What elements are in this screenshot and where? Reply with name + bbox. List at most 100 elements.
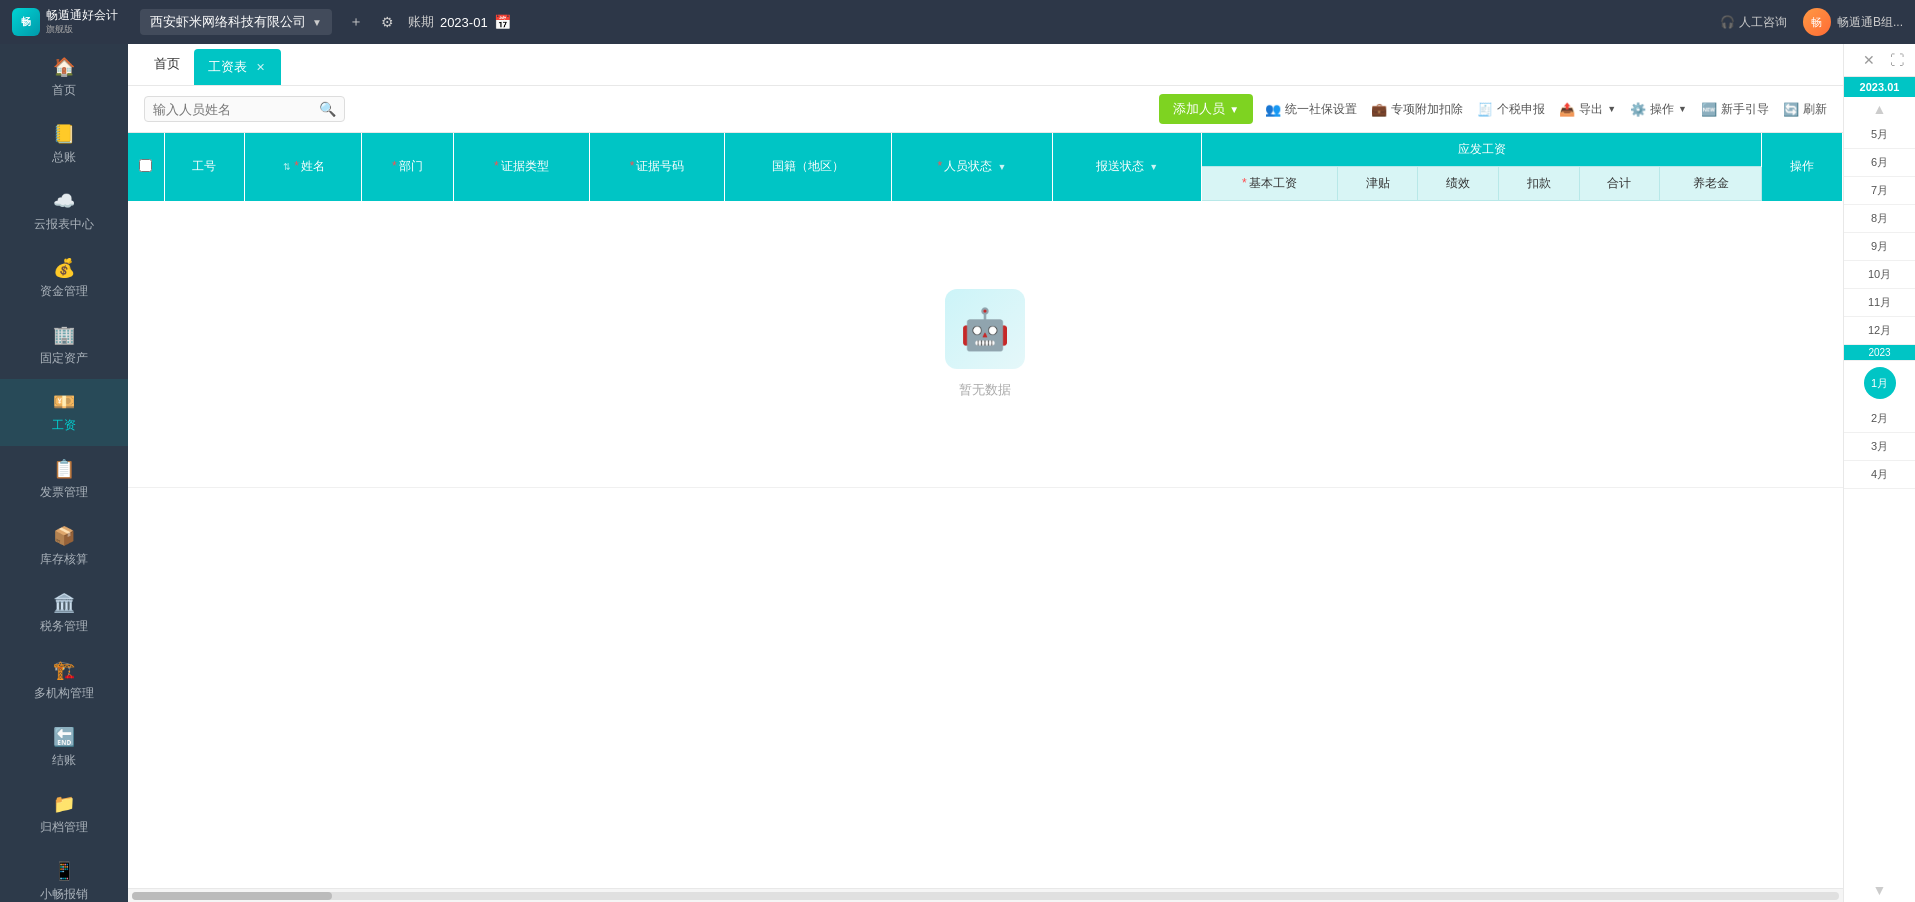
special-deduction-button[interactable]: 💼 专项附加扣除 [1371,101,1463,118]
sidebar-item-multi-org[interactable]: 🏗️ 多机构管理 [0,647,128,714]
sidebar-item-expense[interactable]: 📱 小畅报销 [0,848,128,902]
date-item-10month[interactable]: 10月 [1844,261,1915,289]
funds-icon: 💰 [53,257,75,279]
col-name: ⇅ *姓名 [245,133,361,201]
date-list: 5月 6月 7月 8月 9月 10月 11月 12月 2023 1月 2月 3月… [1844,121,1915,878]
tab-close-button[interactable]: ✕ [253,60,267,74]
sidebar-item-inventory[interactable]: 📦 库存核算 [0,513,128,580]
toolbar-actions: 👥 统一社保设置 💼 专项附加扣除 🧾 个税申报 📤 导出 ▼ ⚙️ [1265,101,1827,118]
sidebar-item-assets[interactable]: 🏢 固定资产 [0,312,128,379]
tax-report-icon: 🧾 [1477,102,1493,117]
bottom-scrollbar[interactable] [128,888,1843,902]
top-header: 畅 畅遁通好会计 旗舰版 西安虾米网络科技有限公司 ▼ ＋ ⚙ 账期 2023-… [0,0,1915,44]
header-right: 🎧 人工咨询 畅 畅遁通B组... [1720,8,1903,36]
date-item-9month[interactable]: 9月 [1844,233,1915,261]
year-label: 2023 [1860,81,1884,93]
col-total: 合计 [1579,167,1660,201]
col-base-salary: *基本工资 [1202,167,1338,201]
col-operations: 操作 [1762,133,1843,201]
calendar-icon[interactable]: 📅 [494,14,511,30]
checkbox-all[interactable] [139,159,152,172]
empty-state-cell: 🤖 暂无数据 [128,201,1843,488]
refresh-button[interactable]: 🔄 刷新 [1783,101,1827,118]
sidebar: 🏠 首页 📒 总账 ☁️ 云报表中心 💰 资金管理 🏢 固定资产 💴 工资 📋 … [0,44,128,902]
col-report-status: 报送状态 ▼ [1053,133,1202,201]
select-all-checkbox[interactable] [128,133,164,201]
sidebar-label-multi-org: 多机构管理 [34,685,94,702]
sidebar-item-tax[interactable]: 🏛️ 税务管理 [0,580,128,647]
date-item-5month[interactable]: 5月 [1844,121,1915,149]
payroll-icon: 💴 [53,391,75,413]
sidebar-label-close: 结账 [52,752,76,769]
scroll-down-button[interactable]: ▼ [1844,878,1915,902]
chevron-down-icon: ▼ [312,17,322,28]
col-allowance: 津贴 [1337,167,1418,201]
operations-button[interactable]: ⚙️ 操作 ▼ [1630,101,1687,118]
tab-home-label: 首页 [154,55,180,73]
search-input[interactable] [153,102,313,117]
col-id-type: *证据类型 [454,133,590,201]
add-company-button[interactable]: ＋ [344,10,368,34]
col-department: *部门 [361,133,454,201]
sidebar-item-home[interactable]: 🏠 首页 [0,44,128,111]
sidebar-label-payroll: 工资 [52,417,76,434]
settings-button[interactable]: ⚙ [376,10,400,34]
panel-close-button[interactable]: ✕ [1859,50,1879,70]
panel-expand-button[interactable]: ⛶ [1887,50,1907,70]
col-pension: 养老金 [1660,167,1762,201]
date-item-6month[interactable]: 6月 [1844,149,1915,177]
sidebar-label-funds: 资金管理 [40,283,88,300]
date-item-7month[interactable]: 7月 [1844,177,1915,205]
col-employee-id: 工号 [164,133,245,201]
sidebar-label-cloud: 云报表中心 [34,216,94,233]
close-accounts-icon: 🔚 [53,726,75,748]
sidebar-item-archive[interactable]: 📁 归档管理 [0,781,128,848]
date-item-8month[interactable]: 8月 [1844,205,1915,233]
tab-payroll-label: 工资表 [208,58,247,76]
support-button[interactable]: 🎧 人工咨询 [1720,14,1787,31]
filter-status-icon[interactable]: ▼ [997,162,1006,172]
date-item-4month[interactable]: 4月 [1844,461,1915,489]
app-logo-text: 畅遁通好会计 旗舰版 [46,8,118,35]
search-icon[interactable]: 🔍 [319,101,336,117]
sidebar-item-ledger[interactable]: 📒 总账 [0,111,128,178]
tax-report-button[interactable]: 🧾 个税申报 [1477,101,1545,118]
sort-name-icon[interactable]: ⇅ [283,162,291,172]
guide-toolbar-icon: 🆕 [1701,102,1717,117]
user-info[interactable]: 畅 畅遁通B组... [1803,8,1903,36]
filter-report-icon[interactable]: ▼ [1149,162,1158,172]
tab-bar: 首页 工资表 ✕ [128,44,1843,86]
date-item-12month[interactable]: 12月 [1844,317,1915,345]
scrollbar-thumb[interactable] [132,892,332,900]
date-item-2month[interactable]: 2月 [1844,405,1915,433]
sidebar-item-close-accounts[interactable]: 🔚 结账 [0,714,128,781]
social-security-button[interactable]: 👥 统一社保设置 [1265,101,1357,118]
add-person-label: 添加人员 [1173,100,1225,118]
scrollbar-track[interactable] [132,892,1839,900]
col-salary-group: 应发工资 [1202,133,1762,167]
add-person-arrow-icon: ▼ [1229,104,1239,115]
col-nationality: 国籍（地区） [725,133,892,201]
sidebar-item-payroll[interactable]: 💴 工资 [0,379,128,446]
export-button[interactable]: 📤 导出 ▼ [1559,101,1616,118]
col-id-number: *证据号码 [589,133,725,201]
multi-org-icon: 🏗️ [53,659,75,681]
tab-payroll[interactable]: 工资表 ✕ [194,49,281,85]
company-selector[interactable]: 西安虾米网络科技有限公司 ▼ [140,9,332,35]
tab-home[interactable]: 首页 [140,44,194,86]
header-actions: ＋ ⚙ [344,10,400,34]
toolbar: 🔍 添加人员 ▼ 👥 统一社保设置 💼 专项附加扣除 🧾 个税申报 [128,86,1843,133]
scroll-up-button[interactable]: ▲ [1844,97,1915,121]
date-item-1month-active[interactable]: 1月 [1864,367,1896,399]
year-badge-2023: 2023 [1844,345,1915,361]
inventory-icon: 📦 [53,525,75,547]
sidebar-item-cloud-report[interactable]: ☁️ 云报表中心 [0,178,128,245]
add-person-button[interactable]: 添加人员 ▼ [1159,94,1253,124]
sidebar-item-funds[interactable]: 💰 资金管理 [0,245,128,312]
guide-toolbar-button[interactable]: 🆕 新手引导 [1701,101,1769,118]
date-item-11month[interactable]: 11月 [1844,289,1915,317]
sidebar-item-invoice[interactable]: 📋 发票管理 [0,446,128,513]
empty-state: 🤖 暂无数据 [138,209,1833,479]
right-panel: ✕ ⛶ 2023.01 ▲ 5月 6月 7月 8月 9月 10月 11月 12月… [1843,44,1915,902]
date-item-3month[interactable]: 3月 [1844,433,1915,461]
